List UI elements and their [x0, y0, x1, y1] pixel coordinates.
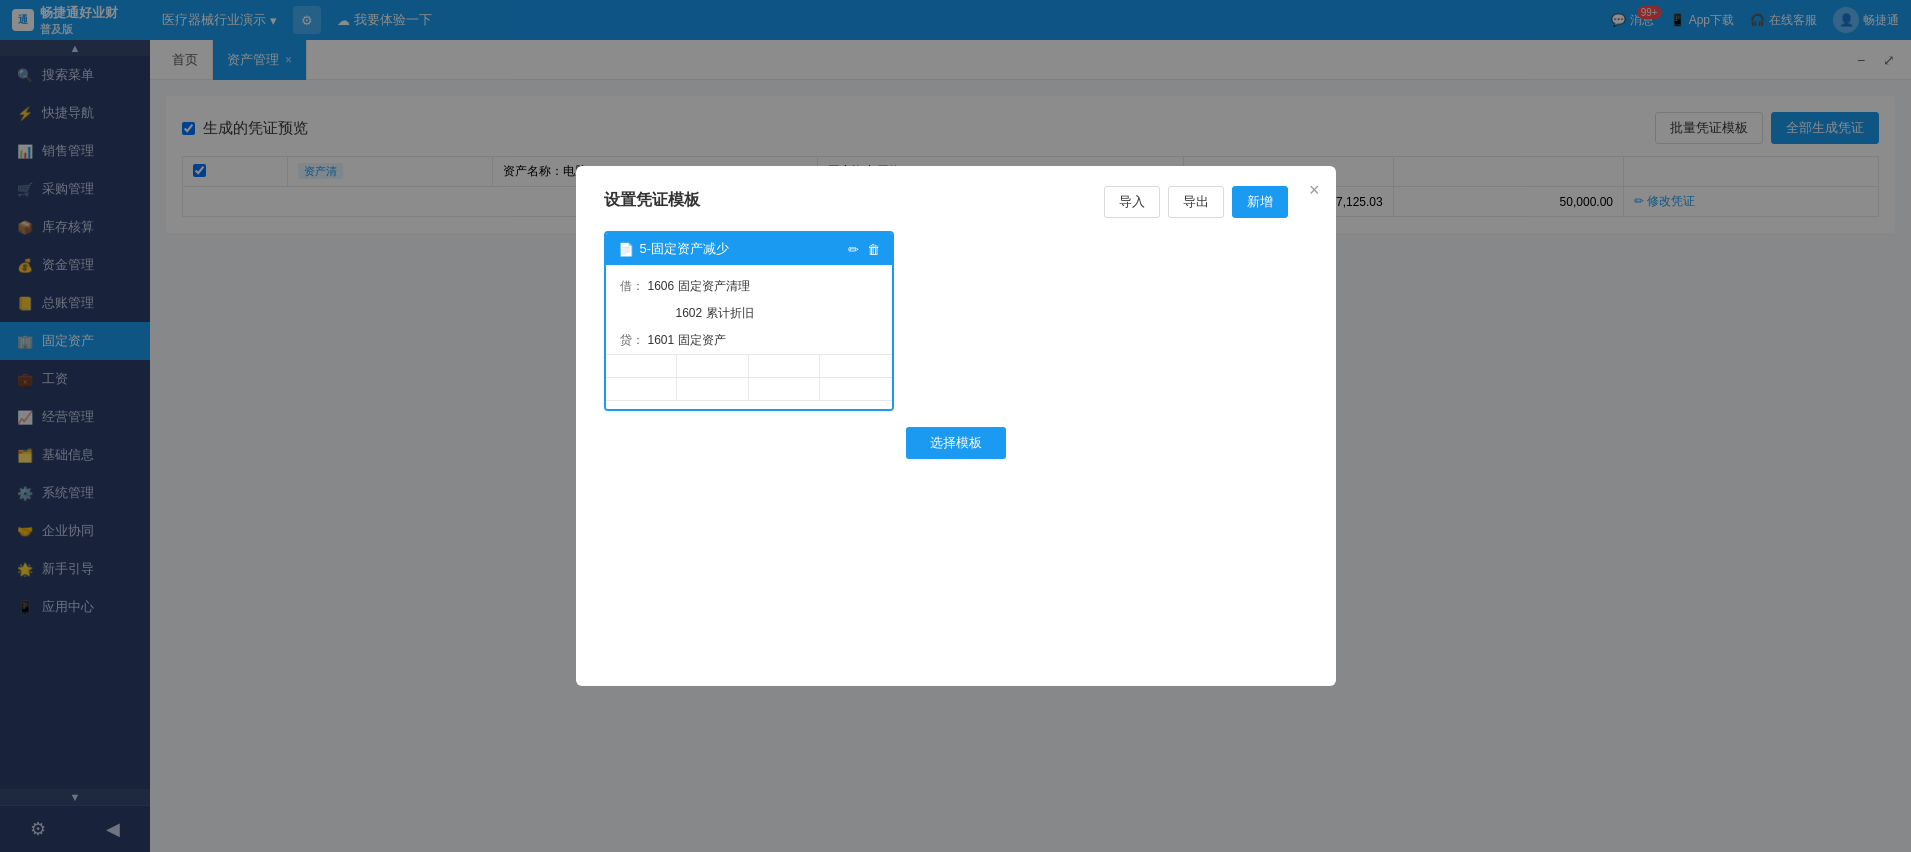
- entry-type-2: [620, 305, 648, 322]
- grid-cell: [606, 378, 678, 400]
- grid-cell: [606, 355, 678, 377]
- entry-account-2: 1602 累计折旧: [648, 305, 878, 322]
- template-entry-3: 贷： 1601 固定资产: [606, 327, 892, 354]
- import-button[interactable]: 导入: [1104, 186, 1160, 218]
- new-template-button[interactable]: 新增: [1232, 186, 1288, 218]
- entry-type-3: 贷：: [620, 332, 648, 349]
- template-grid: [606, 354, 892, 401]
- template-edit-icon[interactable]: ✏: [848, 242, 859, 257]
- select-template-button[interactable]: 选择模板: [906, 427, 1006, 459]
- modal-overlay[interactable]: 设置凭证模板 导入 导出 新增 × 📄 5-固定资产减少 ✏ 🗑: [0, 0, 1911, 852]
- grid-cell: [820, 378, 892, 400]
- entry-type-1: 借：: [620, 278, 648, 295]
- grid-cell: [749, 378, 821, 400]
- modal-toolbar: 导入 导出 新增: [1104, 186, 1288, 218]
- template-document-icon: 📄: [618, 242, 634, 257]
- grid-cell: [677, 355, 749, 377]
- template-entry-2: 1602 累计折旧: [606, 300, 892, 327]
- template-card: 📄 5-固定资产减少 ✏ 🗑 借： 1606 固定资产清理 1602 累计折旧: [604, 231, 894, 411]
- grid-cell: [677, 378, 749, 400]
- template-header-left: 📄 5-固定资产减少: [618, 240, 730, 258]
- template-entry-1: 借： 1606 固定资产清理: [606, 273, 892, 300]
- voucher-template-modal: 设置凭证模板 导入 导出 新增 × 📄 5-固定资产减少 ✏ 🗑: [576, 166, 1336, 686]
- template-name: 5-固定资产减少: [640, 240, 730, 258]
- template-delete-icon[interactable]: 🗑: [867, 242, 880, 257]
- template-grid-row-2: [606, 378, 892, 401]
- entry-account-1: 1606 固定资产清理: [648, 278, 878, 295]
- template-header-actions: ✏ 🗑: [848, 242, 880, 257]
- entry-account-3: 1601 固定资产: [648, 332, 878, 349]
- modal-close-button[interactable]: ×: [1309, 180, 1320, 201]
- export-button[interactable]: 导出: [1168, 186, 1224, 218]
- grid-cell: [820, 355, 892, 377]
- template-card-header: 📄 5-固定资产减少 ✏ 🗑: [606, 233, 892, 265]
- template-grid-row-1: [606, 355, 892, 378]
- template-card-body: 借： 1606 固定资产清理 1602 累计折旧 贷： 1601 固定资产: [606, 265, 892, 409]
- grid-cell: [749, 355, 821, 377]
